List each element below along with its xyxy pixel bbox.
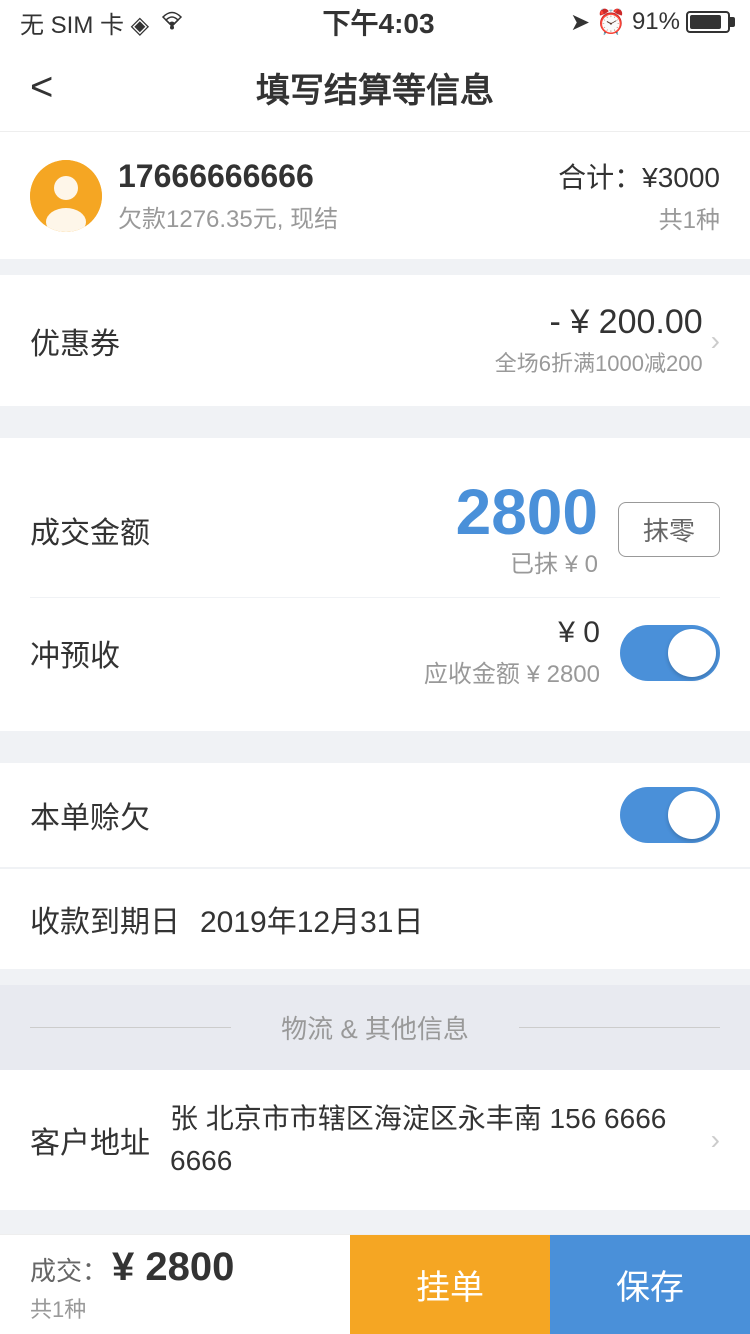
- sim-label: 无 SIM 卡 ◈: [20, 5, 149, 40]
- logistics-text: 物流 & 其他信息: [281, 1009, 469, 1046]
- hang-single-button[interactable]: 挂单: [350, 1235, 550, 1334]
- prereceive-toggle[interactable]: [620, 625, 720, 681]
- prereceive-label: 冲预收: [30, 631, 120, 675]
- arrears-toggle-knob: [668, 791, 716, 839]
- customer-info: 17666666666 欠款1276.35元, 现结: [118, 158, 338, 234]
- page-title: 填写结算等信息: [256, 63, 494, 112]
- coupon-right: - ¥ 200.00 全场6折满1000减200 ›: [495, 303, 720, 378]
- duedate-section: 收款到期日 2019年12月31日: [0, 869, 750, 969]
- prereceive-sub: 应收金额 ¥ 2800: [424, 654, 600, 689]
- address-value: 张 北京市市辖区海淀区永丰南 156 6666 6666: [170, 1098, 711, 1182]
- status-right: ➤ ⏰ 91%: [570, 8, 730, 37]
- duedate-value: 2019年12月31日: [200, 897, 423, 941]
- prereceive-row: 冲预收 ¥ 0 应收金额 ¥ 2800: [30, 597, 720, 707]
- total-label: 合计：¥3000: [558, 156, 720, 196]
- battery-icon: [686, 11, 730, 33]
- address-label: 客户地址: [30, 1118, 150, 1162]
- customer-card: 17666666666 欠款1276.35元, 现结 合计：¥3000 共1种: [0, 132, 750, 259]
- arrears-toggle[interactable]: [620, 787, 720, 843]
- total-count: 共1种: [558, 200, 720, 235]
- address-section[interactable]: 客户地址 张 北京市市辖区海淀区永丰南 156 6666 6666 ›: [0, 1070, 750, 1210]
- duedate-label: 收款到期日: [30, 897, 180, 941]
- back-button[interactable]: <: [30, 65, 53, 110]
- status-bar: 无 SIM 卡 ◈ 下午4:03 ➤ ⏰ 91%: [0, 0, 750, 44]
- save-button[interactable]: 保存: [550, 1235, 750, 1334]
- customer-phone: 17666666666: [118, 158, 338, 195]
- status-left: 无 SIM 卡 ◈: [20, 5, 187, 40]
- amount-sub: 已抹 ¥ 0: [456, 544, 598, 579]
- prereceive-values: ¥ 0 应收金额 ¥ 2800: [424, 616, 600, 689]
- arrears-label: 本单赊欠: [30, 793, 150, 837]
- wifi-icon: [157, 8, 187, 37]
- section-divider-2: [0, 731, 750, 747]
- alarm-icon: ⏰: [596, 8, 626, 37]
- customer-left: 17666666666 欠款1276.35元, 现结: [30, 158, 338, 234]
- logistics-line-left: [30, 1027, 231, 1028]
- arrears-section: 本单赊欠: [0, 763, 750, 867]
- avatar: [30, 160, 102, 232]
- amount-label: 成交金额: [30, 508, 150, 552]
- address-chevron-icon: ›: [711, 1124, 720, 1156]
- bottom-summary: 成交： ¥ 2800 共1种: [0, 1245, 350, 1324]
- section-divider: [0, 422, 750, 438]
- coupon-desc: 全场6折满1000减200: [495, 346, 703, 378]
- status-time: 下午4:03: [323, 2, 435, 42]
- round-zero-button[interactable]: 抹零: [618, 502, 720, 557]
- coupon-row[interactable]: 优惠券 - ¥ 200.00 全场6折满1000减200 ›: [0, 275, 750, 406]
- amount-section: 成交金额 2800 已抹 ¥ 0 抹零 冲预收 ¥ 0 应收金额 ¥ 2800: [0, 438, 750, 731]
- bottom-amount: ¥ 2800: [112, 1245, 234, 1290]
- prereceive-right: ¥ 0 应收金额 ¥ 2800: [424, 616, 720, 689]
- bottom-deal-label: 成交：: [30, 1251, 108, 1288]
- toggle-knob: [668, 629, 716, 677]
- battery-percent: 91%: [632, 8, 680, 36]
- coupon-label: 优惠券: [30, 319, 120, 363]
- chevron-right-icon: ›: [711, 325, 720, 357]
- content: 17666666666 欠款1276.35元, 现结 合计：¥3000 共1种 …: [0, 132, 750, 1330]
- prereceive-main: ¥ 0: [424, 616, 600, 650]
- bottom-count: 共1种: [30, 1292, 320, 1324]
- logistics-line-right: [519, 1027, 720, 1028]
- location-icon: ➤: [570, 8, 590, 37]
- amount-row: 成交金额 2800 已抹 ¥ 0 抹零: [30, 462, 720, 597]
- customer-right: 合计：¥3000 共1种: [558, 156, 720, 235]
- coupon-discount: - ¥ 200.00: [495, 303, 703, 342]
- bottom-bar: 成交： ¥ 2800 共1种 挂单 保存: [0, 1234, 750, 1334]
- customer-sub: 欠款1276.35元, 现结: [118, 199, 338, 234]
- nav-bar: < 填写结算等信息: [0, 44, 750, 132]
- amount-right: 2800 已抹 ¥ 0 抹零: [456, 480, 720, 579]
- logistics-divider: 物流 & 其他信息: [0, 985, 750, 1070]
- amount-value: 2800: [456, 480, 598, 544]
